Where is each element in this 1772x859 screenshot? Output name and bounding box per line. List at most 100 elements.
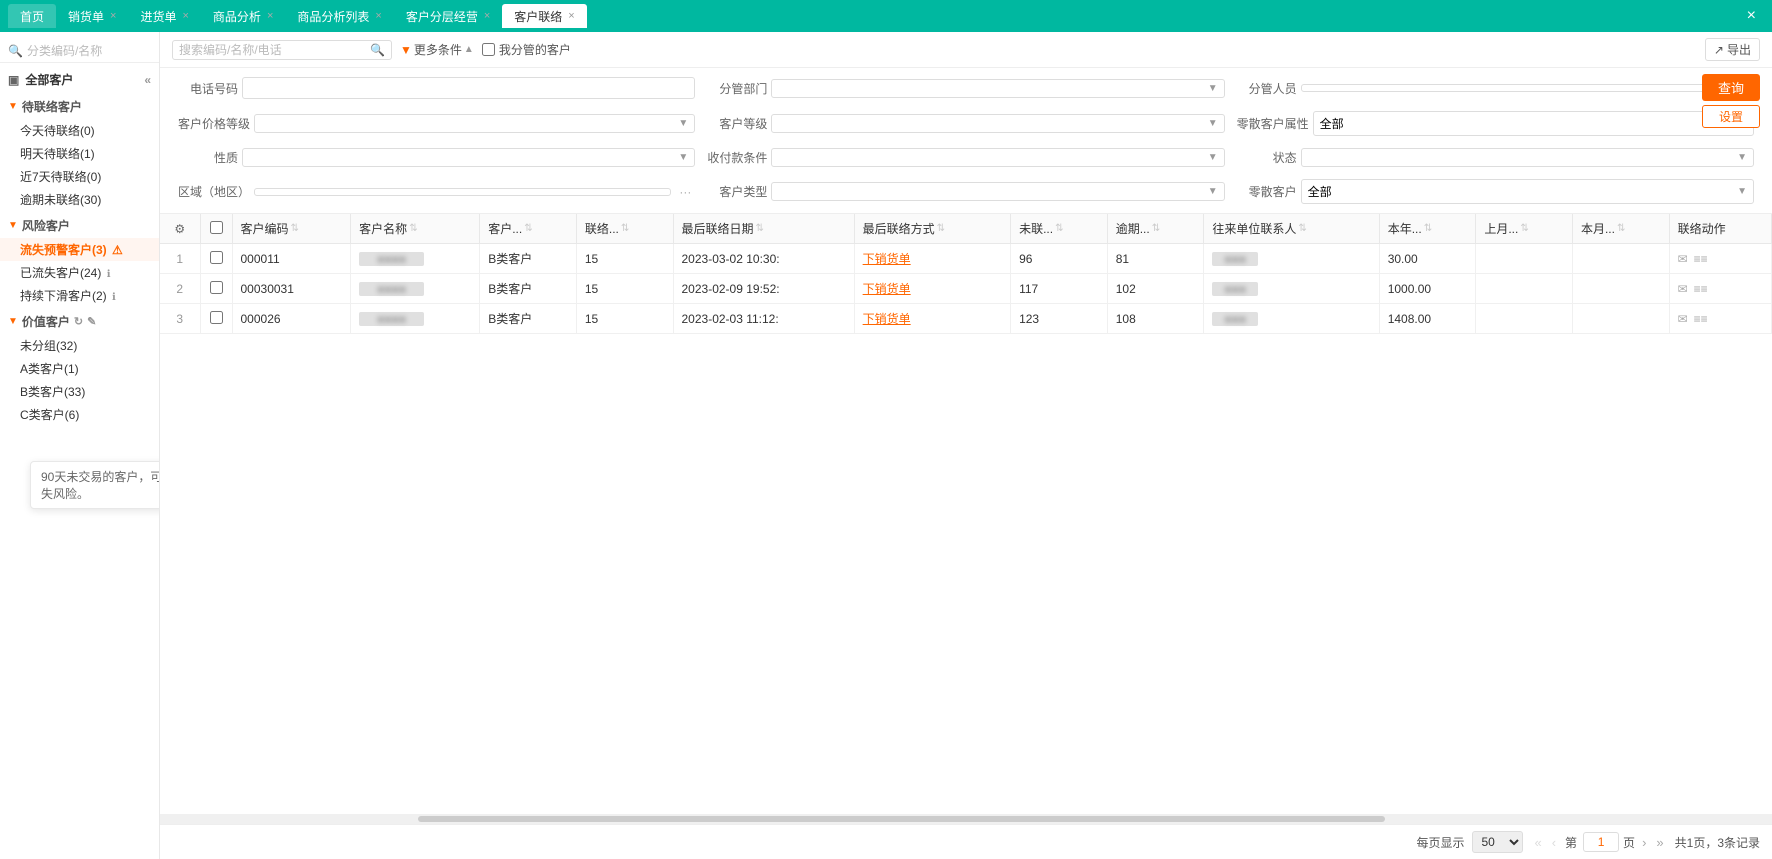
horizontal-scrollbar[interactable]	[160, 814, 1772, 824]
filter-person-select[interactable]	[1301, 84, 1730, 92]
sidebar-collapse-icon[interactable]: «	[144, 73, 151, 87]
main-layout: 🔍 ▣ 全部客户 « ▼ 待联络客户 今天待联络(0) 明天待联络(1) 近7天…	[0, 32, 1772, 859]
filter-panel: 电话号码 分管部门 ▼ 分管人员 ··· 客户价格等级	[160, 68, 1772, 214]
sidebar-item-churn-warning[interactable]: 流失预警客户(3) ⚠	[0, 238, 159, 261]
select-all-checkbox[interactable]	[210, 221, 223, 234]
filter-status-select[interactable]: ▼	[1301, 148, 1754, 167]
tab-sales[interactable]: 销货单 ×	[56, 4, 128, 28]
tab-sales-close[interactable]: ×	[110, 10, 116, 22]
sidebar-item-declining[interactable]: 持续下滑客户(2) ℹ	[0, 284, 159, 307]
current-page-input[interactable]	[1583, 832, 1619, 852]
tab-analysis[interactable]: 商品分析 ×	[201, 4, 285, 28]
per-page-select[interactable]: 50 20 100	[1472, 831, 1523, 853]
th-uncontacted[interactable]: 未联... ⇅	[1011, 214, 1108, 244]
filter-zero-customer-select[interactable]: 全部 ▼	[1301, 179, 1754, 204]
sidebar-item-overdue[interactable]: 逾期未联络(30)	[0, 188, 159, 211]
action-phone-icon[interactable]: ✉	[1678, 282, 1688, 296]
window-close-button[interactable]: ×	[1739, 7, 1764, 25]
sidebar-item-a-class[interactable]: A类客户(1)	[0, 357, 159, 380]
next-page-btn[interactable]: ›	[1639, 835, 1649, 850]
sidebar-item-b-class[interactable]: B类客户(33)	[0, 380, 159, 403]
sort-icon-last-month: ⇅	[1520, 223, 1528, 234]
settings-th-icon[interactable]: ⚙	[174, 222, 185, 236]
sidebar-search-input[interactable]	[27, 44, 160, 58]
tab-analysis-list-close[interactable]: ×	[375, 10, 381, 22]
export-button[interactable]: ↗ 导出	[1705, 38, 1760, 61]
prev-page-btn[interactable]: ‹	[1549, 835, 1559, 850]
th-last-contact-method[interactable]: 最后联络方式 ⇅	[854, 214, 1010, 244]
tab-home[interactable]: 首页	[8, 4, 56, 28]
arrow-down-icon: ▼	[8, 101, 18, 112]
filter-price-level-select[interactable]: ▼	[254, 114, 695, 133]
sidebar-all-customers[interactable]: ▣ 全部客户 «	[0, 67, 159, 92]
filter-phone: 电话号码	[172, 74, 701, 102]
action-more-icon[interactable]: ≡≡	[1694, 282, 1708, 296]
cell-overdue: 81	[1107, 244, 1204, 274]
sort-icon-this-month: ⇅	[1617, 223, 1625, 234]
action-phone-icon[interactable]: ✉	[1678, 252, 1688, 266]
action-more-icon[interactable]: ≡≡	[1694, 252, 1708, 266]
filter-dept-select[interactable]: ▼	[771, 79, 1224, 98]
action-more-icon[interactable]: ≡≡	[1694, 312, 1708, 326]
first-page-btn[interactable]: «	[1531, 835, 1544, 850]
th-contact[interactable]: 联络... ⇅	[576, 214, 673, 244]
sidebar-group-pending-header[interactable]: ▼ 待联络客户	[0, 94, 159, 119]
sidebar-group-risk-header[interactable]: ▼ 风险客户	[0, 213, 159, 238]
th-this-year[interactable]: 本年... ⇅	[1379, 214, 1476, 244]
action-phone-icon[interactable]: ✉	[1678, 312, 1688, 326]
search-submit-icon[interactable]: 🔍	[370, 43, 385, 57]
zero-customer-arrow: ▼	[1737, 186, 1747, 197]
tab-analysis-close[interactable]: ×	[267, 10, 273, 22]
sidebar-item-tomorrow[interactable]: 明天待联络(1)	[0, 142, 159, 165]
table-row: 2 00030031 ●●●● B类客户 15 2023-02-09 19:52…	[160, 274, 1772, 304]
query-button[interactable]: 查询	[1702, 74, 1760, 101]
tab-customer-contact[interactable]: 客户联络 ×	[502, 4, 586, 28]
tab-customer-contact-close[interactable]: ×	[568, 10, 574, 22]
th-this-month[interactable]: 本月... ⇅	[1572, 214, 1669, 244]
th-last-contact-date[interactable]: 最后联络日期 ⇅	[673, 214, 854, 244]
row-checkbox-0[interactable]	[210, 251, 223, 264]
filter-gender-select[interactable]: ▼	[242, 148, 695, 167]
filter-customer-type-select[interactable]: ▼	[771, 182, 1224, 201]
contact-method-link[interactable]: 下销货单	[863, 252, 911, 266]
sidebar-item-c-class[interactable]: C类客户(6)	[0, 403, 159, 426]
last-page-btn[interactable]: »	[1653, 835, 1666, 850]
th-code[interactable]: 客户编码 ⇅	[232, 214, 351, 244]
th-last-month[interactable]: 上月... ⇅	[1476, 214, 1573, 244]
th-overdue[interactable]: 逾期... ⇅	[1107, 214, 1204, 244]
page-total-info: 共1页，3条记录	[1675, 834, 1760, 851]
th-type[interactable]: 客户... ⇅	[480, 214, 577, 244]
tab-customer-tier-close[interactable]: ×	[484, 10, 490, 22]
my-customers-checkbox[interactable]	[482, 43, 495, 56]
tab-analysis-list[interactable]: 商品分析列表 ×	[285, 4, 393, 28]
tab-purchase-close[interactable]: ×	[182, 10, 188, 22]
settings-button[interactable]: 设置	[1702, 105, 1760, 128]
sidebar-item-7days[interactable]: 近7天待联络(0)	[0, 165, 159, 188]
search-input[interactable]	[179, 43, 370, 57]
contact-method-link[interactable]: 下销货单	[863, 282, 911, 296]
refresh-icon[interactable]: ↻	[74, 315, 83, 328]
payment-arrow: ▼	[1208, 152, 1218, 163]
sidebar-item-churned[interactable]: 已流失客户(24) ℹ	[0, 261, 159, 284]
sidebar-item-today[interactable]: 今天待联络(0)	[0, 119, 159, 142]
more-conditions-btn[interactable]: ▼ 更多条件 ▲	[400, 41, 474, 58]
row-checkbox-2[interactable]	[210, 311, 223, 324]
th-name[interactable]: 客户名称 ⇅	[351, 214, 480, 244]
edit-icon[interactable]: ✎	[87, 315, 96, 328]
sort-icon-name: ⇅	[409, 223, 417, 234]
sidebar-group-value-header[interactable]: ▼ 价值客户 ↻ ✎	[0, 309, 159, 334]
sidebar-item-unclassified[interactable]: 未分组(32)	[0, 334, 159, 357]
tab-purchase[interactable]: 进货单 ×	[128, 4, 200, 28]
horizontal-scroll-thumb[interactable]	[418, 816, 1385, 822]
cell-this-month	[1572, 274, 1669, 304]
tab-customer-tier[interactable]: 客户分层经营 ×	[394, 4, 502, 28]
filter-payment-select[interactable]: ▼	[771, 148, 1224, 167]
filter-region-dots[interactable]: ···	[675, 185, 695, 199]
filter-customer-level-select[interactable]: ▼	[771, 114, 1224, 133]
filter-region-select[interactable]	[254, 188, 671, 196]
filter-zero-attribute-select[interactable]: 全部 ▼	[1313, 111, 1754, 136]
row-checkbox-1[interactable]	[210, 281, 223, 294]
contact-method-link[interactable]: 下销货单	[863, 312, 911, 326]
filter-phone-input[interactable]	[242, 77, 695, 99]
th-unit-contact[interactable]: 往来单位联系人 ⇅	[1204, 214, 1379, 244]
